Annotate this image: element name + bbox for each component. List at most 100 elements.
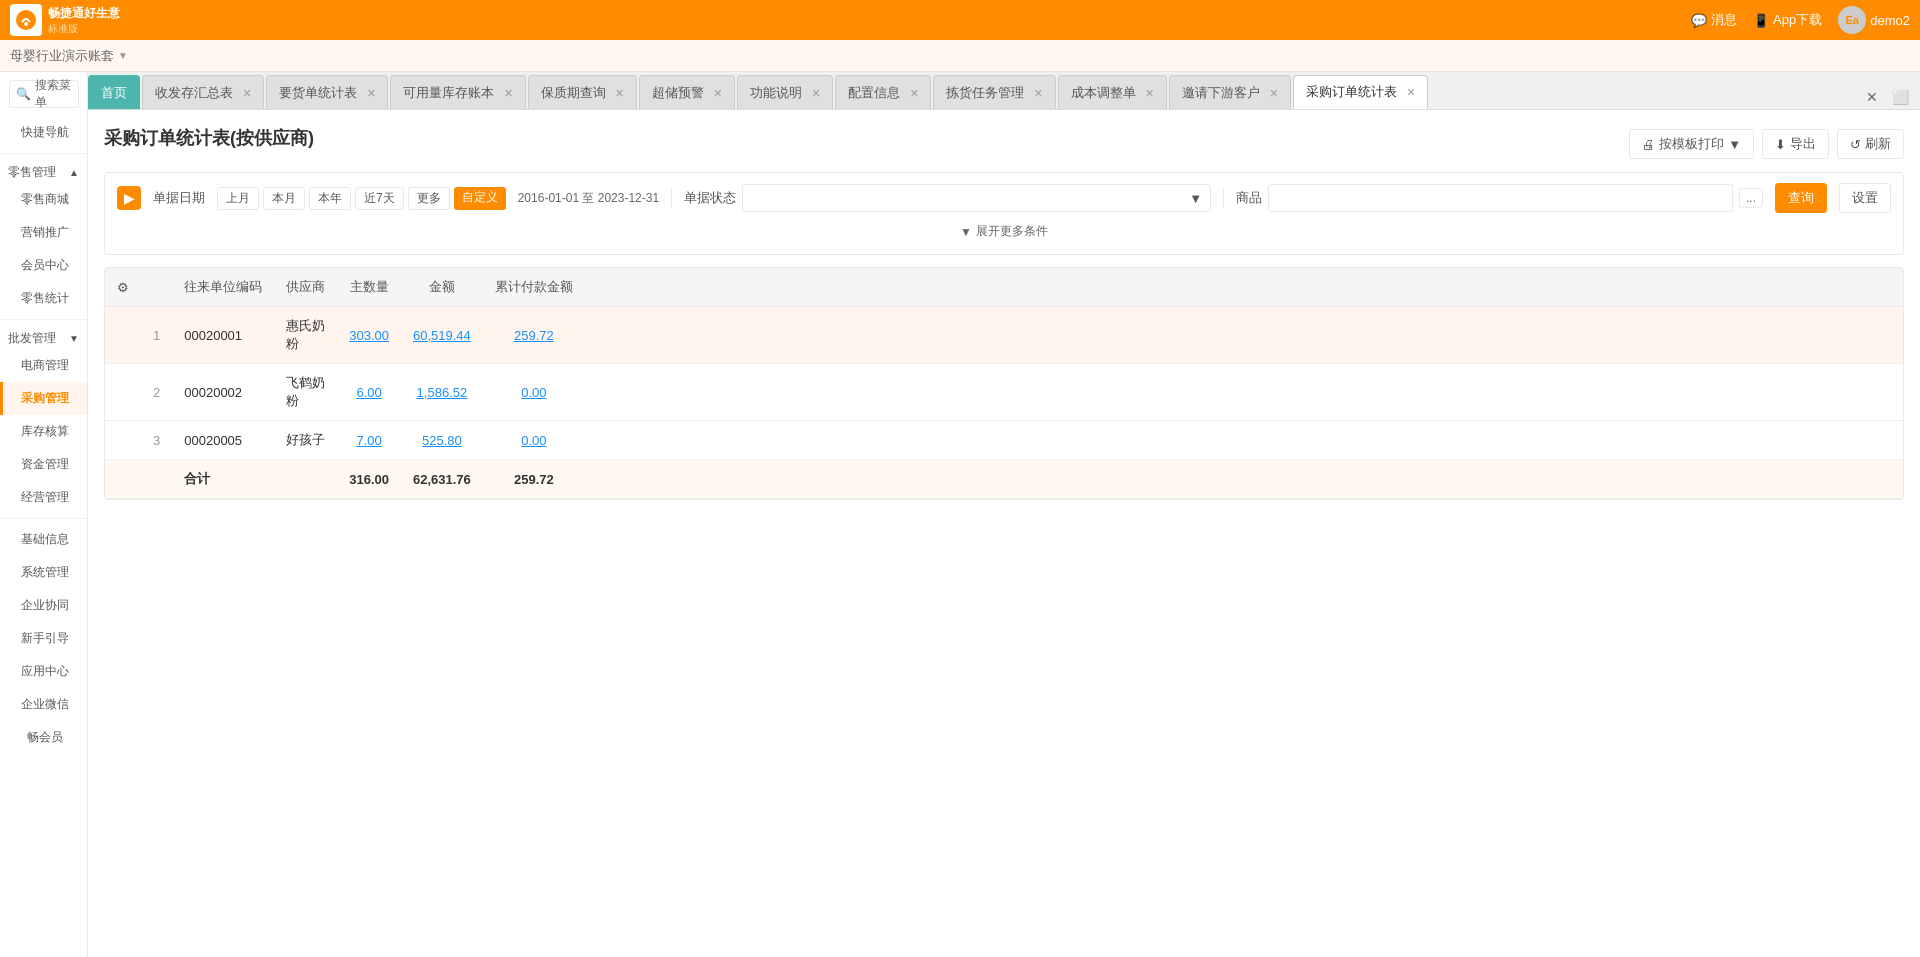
tab-baozhiQi[interactable]: 保质期查询 × [528,75,637,109]
print-arrow-icon: ▼ [1728,137,1741,152]
close-peizhi-icon[interactable]: × [910,85,918,101]
goods-filter-label: 商品 [1236,189,1262,207]
tab-bar: 首页 收发存汇总表 × 要货单统计表 × 可用量库存账本 × 保质期查询 × 超… [88,72,1920,110]
th-quantity: 主数量 [337,268,401,307]
close-shoufaHuizong-icon[interactable]: × [243,85,251,101]
app-download-btn[interactable]: 📱 App下载 [1753,11,1822,29]
date-this-month-button[interactable]: 本月 [263,187,305,210]
close-keyongLiangKu-icon[interactable]: × [504,85,512,101]
workspace-label: 母婴行业演示账套 [10,47,114,65]
status-select[interactable]: ▼ [742,184,1211,212]
settings-button[interactable]: 设置 [1839,183,1891,213]
close-chaoChubaoJing-icon[interactable]: × [714,85,722,101]
tab-kuohuoRenwu[interactable]: 拣货任务管理 × [933,75,1055,109]
tab-peizhi[interactable]: 配置信息 × [835,75,931,109]
table-row[interactable]: 3 00020005 好孩子 7.00 525.80 0.00 [105,421,1903,460]
close-kuohuoRenwu-icon[interactable]: × [1034,85,1042,101]
page-content: 采购订单统计表(按供应商) 🖨 按模板打印 ▼ ⬇ 导出 ↺ 刷新 [88,110,1920,957]
sidebar-item-retail-stats[interactable]: 零售统计 [0,282,87,315]
date-custom-badge[interactable]: 自定义 [454,187,506,210]
tab-home[interactable]: 首页 [88,75,140,109]
sidebar-item-member[interactable]: 会员中心 [0,249,87,282]
sidebar-search-area: 🔍 搜索菜单 [0,72,87,116]
sidebar-item-marketing[interactable]: 营销推广 [0,216,87,249]
close-baozhiQi-icon[interactable]: × [616,85,624,101]
goods-filter-group: 商品 ... [1236,184,1763,212]
print-icon: 🖨 [1642,137,1655,152]
sidebar-item-finance[interactable]: 资金管理 [0,448,87,481]
maximize-tab-button[interactable]: ⬜ [1888,85,1912,109]
sidebar-item-enterprise[interactable]: 企业协同 [0,589,87,622]
sidebar-item-vip[interactable]: 畅会员 [0,721,87,754]
date-more-button[interactable]: 更多 [408,187,450,210]
sidebar-item-ecommerce[interactable]: 电商管理 [0,349,87,382]
query-button[interactable]: 查询 [1775,183,1827,213]
sidebar-item-inventory[interactable]: 库存核算 [0,415,87,448]
sidebar-item-operations[interactable]: 经营管理 [0,481,87,514]
refresh-button[interactable]: ↺ 刷新 [1837,129,1904,159]
close-caigouDan-icon[interactable]: × [1407,84,1415,100]
workspace-selector[interactable]: 母婴行业演示账套 ▼ [10,47,128,65]
filter-bar: ▶ 单据日期 上月 本月 本年 近7天 更多 自定义 2016-01-01 至 … [104,172,1904,255]
tab-caigouDan[interactable]: 采购订单统计表 × [1293,75,1428,109]
footer-paid-amount: 259.72 [483,460,585,499]
search-menu-button[interactable]: 🔍 搜索菜单 [9,80,79,108]
close-chengbenTiaozheng-icon[interactable]: × [1146,85,1154,101]
row-quantity: 303.00 [337,307,401,364]
user-profile[interactable]: Ea demo2 [1838,6,1910,34]
sidebar-item-basic[interactable]: 基础信息 [0,523,87,556]
sidebar-item-quick-nav[interactable]: 快捷导航 [0,116,87,149]
date-last-month-button[interactable]: 上月 [217,187,259,210]
filter-toggle-button[interactable]: ▶ [117,186,141,210]
workspace-arrow-icon: ▼ [118,50,128,61]
logo-icon [10,4,42,36]
sidebar-item-newbie[interactable]: 新手引导 [0,622,87,655]
close-gongnengShuoming-icon[interactable]: × [812,85,820,101]
sidebar-item-system[interactable]: 系统管理 [0,556,87,589]
tab-yaohuoDan[interactable]: 要货单统计表 × [266,75,388,109]
sidebar-item-retail-shop[interactable]: 零售商城 [0,183,87,216]
th-amount: 金额 [401,268,483,307]
sidebar-group-batch[interactable]: 批发管理 ▼ [0,324,87,349]
data-table: ⚙ 往来单位编码 供应商 主数量 金额 累计付款金额 1 000200 [105,268,1903,499]
chevron-down-small-icon: ▼ [960,225,972,239]
goods-filter-input[interactable] [1268,184,1733,212]
footer-quantity: 316.00 [337,460,401,499]
row-quantity: 7.00 [337,421,401,460]
date-this-year-button[interactable]: 本年 [309,187,351,210]
sidebar: 🔍 搜索菜单 快捷导航 零售管理 ▲ 零售商城 营销推广 会员中心 零售统计 批… [0,72,88,957]
filter-more-button[interactable]: ... [1739,188,1763,208]
footer-settings [105,460,141,499]
row-num: 2 [141,364,172,421]
status-filter-label: 单据状态 [684,189,736,207]
logo-box: 畅捷通好生意 标准版 [10,4,120,36]
tab-keyongLiangKu[interactable]: 可用量库存账本 × [390,75,525,109]
table-row[interactable]: 1 00020001 惠氏奶粉 303.00 60,519.44 259.72 [105,307,1903,364]
sidebar-group-retail[interactable]: 零售管理 ▲ [0,158,87,183]
row-amount: 1,586.52 [401,364,483,421]
expand-more-conditions-button[interactable]: ▼ 展开更多条件 [117,219,1891,244]
sidebar-item-purchase[interactable]: 采购管理 [0,382,87,415]
tab-yaoqingXiayou[interactable]: 邀请下游客户 × [1169,75,1291,109]
close-tab-button[interactable]: ✕ [1860,85,1884,109]
date-7days-button[interactable]: 近7天 [355,187,404,210]
print-button[interactable]: 🖨 按模板打印 ▼ [1629,129,1754,159]
row-unit-code: 00020005 [172,421,274,460]
sidebar-item-app-center[interactable]: 应用中心 [0,655,87,688]
table-row[interactable]: 2 00020002 飞鹤奶粉 6.00 1,586.52 0.00 [105,364,1903,421]
tab-chengbenTiaozheng[interactable]: 成本调整单 × [1058,75,1167,109]
export-button[interactable]: ⬇ 导出 [1762,129,1829,159]
row-paid-amount: 0.00 [483,364,585,421]
th-settings[interactable]: ⚙ [105,268,141,307]
top-bar-right: 💬 消息 📱 App下载 Ea demo2 [1691,6,1910,34]
tab-gongnengShuoming[interactable]: 功能说明 × [737,75,833,109]
filter-row-1: ▶ 单据日期 上月 本月 本年 近7天 更多 自定义 2016-01-01 至 … [117,183,1891,213]
sidebar-item-wechat[interactable]: 企业微信 [0,688,87,721]
sidebar-divider-2 [0,319,87,320]
message-btn[interactable]: 💬 消息 [1691,11,1737,29]
sidebar-divider-1 [0,153,87,154]
close-yaohuoDan-icon[interactable]: × [367,85,375,101]
close-yaoqingXiayou-icon[interactable]: × [1270,85,1278,101]
tab-chaoChubaoJing[interactable]: 超储预警 × [639,75,735,109]
tab-shoufaHuizong[interactable]: 收发存汇总表 × [142,75,264,109]
